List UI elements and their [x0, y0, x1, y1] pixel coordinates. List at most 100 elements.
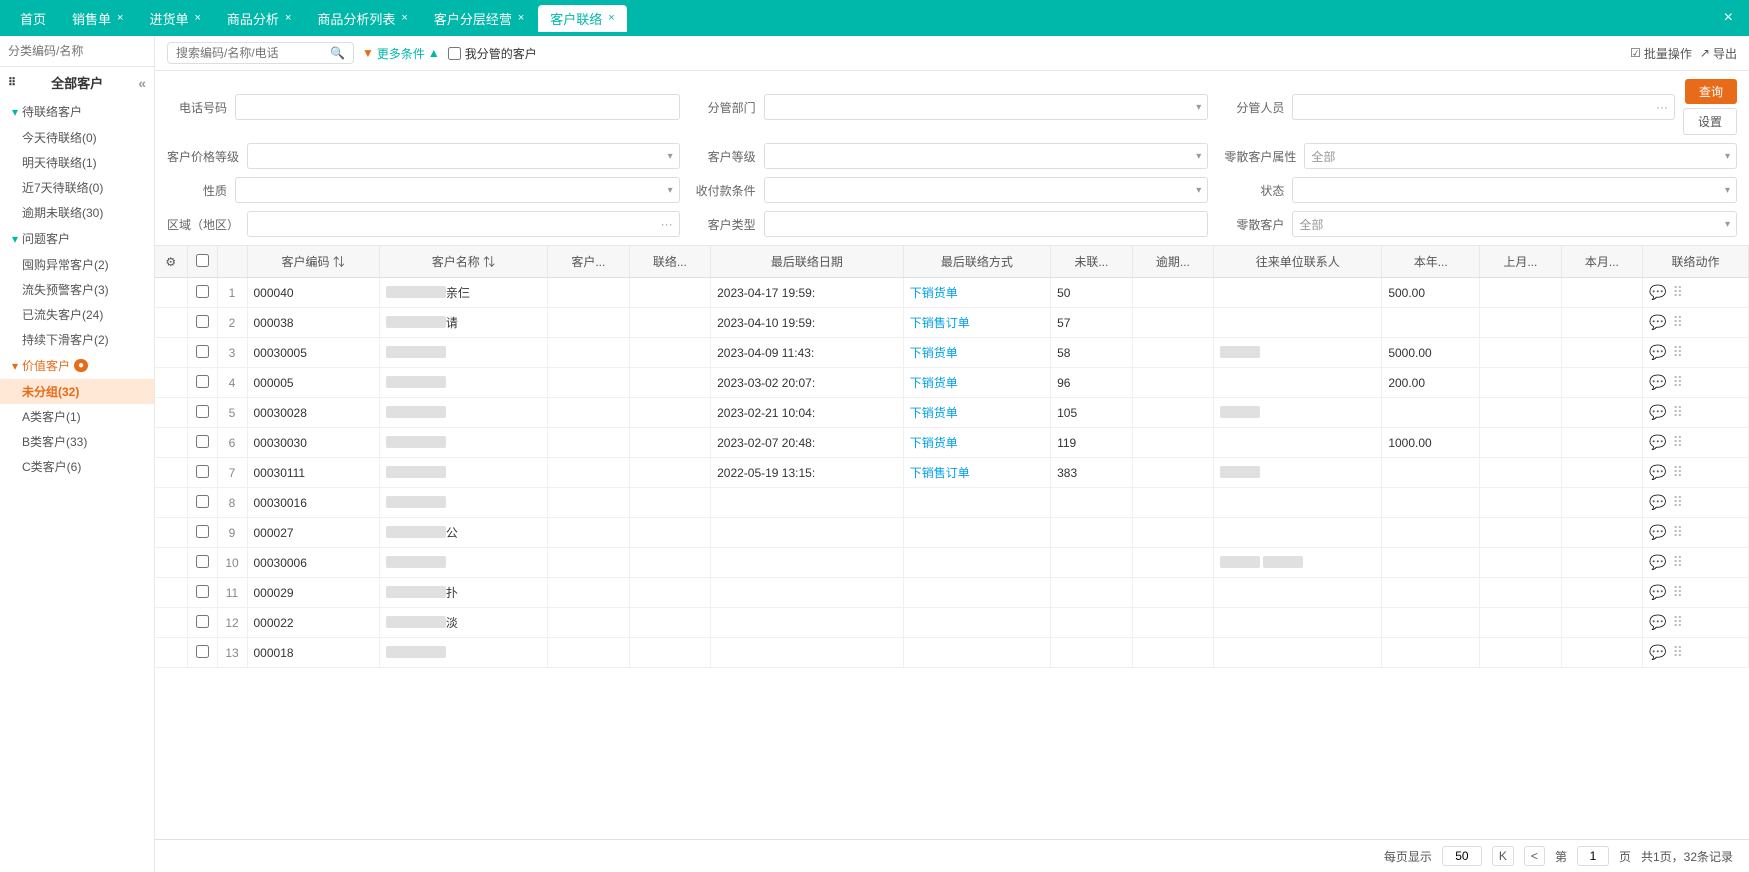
tab-customer-contact[interactable]: 客户联络 × [538, 5, 626, 32]
more-action-icon[interactable]: ⠿ [1673, 554, 1683, 571]
filter-price-level-select[interactable]: ▾ [247, 143, 680, 169]
prev-page-btn[interactable]: < [1524, 846, 1545, 866]
b-class-customers[interactable]: B类客户(33) [0, 429, 154, 454]
continuous-decline[interactable]: 持续下滑客户(2) [0, 327, 154, 352]
more-action-icon[interactable]: ⠿ [1673, 644, 1683, 661]
close-customer-tier-tab[interactable]: × [518, 12, 524, 24]
manager-input[interactable] [1299, 100, 1656, 114]
more-action-icon[interactable]: ⠿ [1673, 284, 1683, 301]
contact-icon[interactable]: 💬 [1649, 584, 1666, 601]
hoarding-abnormal[interactable]: 囤购异常客户(2) [0, 252, 154, 277]
main-search-input[interactable] [176, 46, 326, 60]
filter-scattered-attr-select[interactable]: 全部 ▾ [1304, 143, 1737, 169]
row-checkbox[interactable] [196, 615, 209, 628]
tab-product-analysis[interactable]: 商品分析 × [215, 5, 303, 32]
filter-region-input[interactable]: ··· [247, 211, 680, 237]
more-action-icon[interactable]: ⠿ [1673, 494, 1683, 511]
my-customers-checkbox-wrap[interactable]: 我分管的客户 [448, 45, 537, 62]
row-checkbox[interactable] [196, 525, 209, 538]
row-checkbox[interactable] [196, 555, 209, 568]
last-way-link[interactable]: 下销货单 [910, 436, 958, 450]
contact-icon[interactable]: 💬 [1649, 464, 1666, 481]
filter-payment-select[interactable]: ▾ [764, 177, 1209, 203]
window-close-button[interactable]: × [1716, 5, 1741, 31]
today-pending[interactable]: 今天待联络(0) [0, 125, 154, 150]
filter-customer-level-select[interactable]: ▾ [764, 143, 1209, 169]
row-checkbox[interactable] [196, 585, 209, 598]
last-way-link[interactable]: 下销货单 [910, 346, 958, 360]
current-page-input[interactable] [1577, 846, 1609, 866]
last-way-link[interactable]: 下销货单 [910, 406, 958, 420]
query-button[interactable]: 查询 [1685, 79, 1737, 104]
close-customer-contact-tab[interactable]: × [608, 12, 614, 24]
filter-dept-select[interactable]: ▾ [764, 94, 1209, 120]
overdue-pending[interactable]: 逾期未联络(30) [0, 200, 154, 225]
contact-icon[interactable]: 💬 [1649, 494, 1666, 511]
contact-icon[interactable]: 💬 [1649, 404, 1666, 421]
row-checkbox[interactable] [196, 645, 209, 658]
export-btn[interactable]: ↗ 导出 [1700, 45, 1737, 62]
churn-warning[interactable]: 流失预警客户(3) [0, 277, 154, 302]
ungrouped-customers[interactable]: 未分组(32) [0, 379, 154, 404]
close-sales-tab[interactable]: × [117, 12, 123, 24]
all-customers-header[interactable]: ⠿ 全部客户 « [0, 67, 154, 98]
more-action-icon[interactable]: ⠿ [1673, 614, 1683, 631]
pending-contact-group[interactable]: ▾ 待联络客户 [0, 98, 154, 125]
region-input[interactable] [254, 217, 661, 231]
contact-icon[interactable]: 💬 [1649, 644, 1666, 661]
close-purchase-tab[interactable]: × [194, 12, 200, 24]
more-action-icon[interactable]: ⠿ [1673, 464, 1683, 481]
week-pending[interactable]: 近7天待联络(0) [0, 175, 154, 200]
more-action-icon[interactable]: ⠿ [1673, 584, 1683, 601]
more-action-icon[interactable]: ⠿ [1673, 314, 1683, 331]
close-product-list-tab[interactable]: × [401, 12, 407, 24]
tomorrow-pending[interactable]: 明天待联络(1) [0, 150, 154, 175]
phone-input[interactable] [242, 100, 673, 114]
already-churned[interactable]: 已流失客户(24) [0, 302, 154, 327]
reset-button[interactable]: 设置 [1683, 108, 1737, 135]
filter-scattered-select[interactable]: 全部 ▾ [1292, 211, 1737, 237]
tab-customer-tier[interactable]: 客户分层经营 × [422, 5, 536, 32]
contact-icon[interactable]: 💬 [1649, 374, 1666, 391]
select-all-checkbox[interactable] [196, 254, 209, 267]
th-code[interactable]: 客户编码 ⇅ [247, 246, 379, 278]
tab-sales[interactable]: 销售单 × [60, 5, 135, 32]
contact-icon[interactable]: 💬 [1649, 524, 1666, 541]
home-tab[interactable]: 首页 [8, 5, 58, 32]
tab-purchase[interactable]: 进货单 × [137, 5, 212, 32]
contact-icon[interactable]: 💬 [1649, 284, 1666, 301]
row-checkbox[interactable] [196, 465, 209, 478]
tab-product-list[interactable]: 商品分析列表 × [305, 5, 419, 32]
row-checkbox[interactable] [196, 285, 209, 298]
customer-type-input[interactable] [771, 217, 1202, 231]
last-way-link[interactable]: 下销售订单 [910, 466, 970, 480]
first-page-btn[interactable]: K [1492, 846, 1514, 866]
more-action-icon[interactable]: ⠿ [1673, 404, 1683, 421]
c-class-customers[interactable]: C类客户(6) [0, 454, 154, 479]
manager-dots[interactable]: ··· [1656, 100, 1668, 114]
more-action-icon[interactable]: ⠿ [1673, 344, 1683, 361]
batch-op-btn[interactable]: ☑ 批量操作 [1630, 45, 1692, 62]
last-way-link[interactable]: 下销货单 [910, 376, 958, 390]
row-checkbox[interactable] [196, 405, 209, 418]
problem-customers-group[interactable]: ▾ 问题客户 [0, 225, 154, 252]
contact-icon[interactable]: 💬 [1649, 614, 1666, 631]
more-conditions-btn[interactable]: ▼ 更多条件 ▲ [362, 45, 440, 62]
more-action-icon[interactable]: ⠿ [1673, 374, 1683, 391]
a-class-customers[interactable]: A类客户(1) [0, 404, 154, 429]
row-checkbox[interactable] [196, 435, 209, 448]
region-dots[interactable]: ··· [661, 217, 673, 231]
contact-icon[interactable]: 💬 [1649, 314, 1666, 331]
search-btn-icon[interactable]: 🔍 [330, 46, 345, 60]
sidebar-collapse-btn[interactable]: « [138, 75, 146, 91]
last-way-link[interactable]: 下销货单 [910, 286, 958, 300]
row-checkbox[interactable] [196, 375, 209, 388]
per-page-input[interactable] [1442, 846, 1482, 866]
row-checkbox[interactable] [196, 345, 209, 358]
filter-nature-select[interactable]: ▾ [235, 177, 680, 203]
value-customers-group[interactable]: ▾ 价值客户 ● [0, 352, 154, 379]
contact-icon[interactable]: 💬 [1649, 344, 1666, 361]
more-action-icon[interactable]: ⠿ [1673, 434, 1683, 451]
contact-icon[interactable]: 💬 [1649, 554, 1666, 571]
close-product-tab[interactable]: × [285, 12, 291, 24]
